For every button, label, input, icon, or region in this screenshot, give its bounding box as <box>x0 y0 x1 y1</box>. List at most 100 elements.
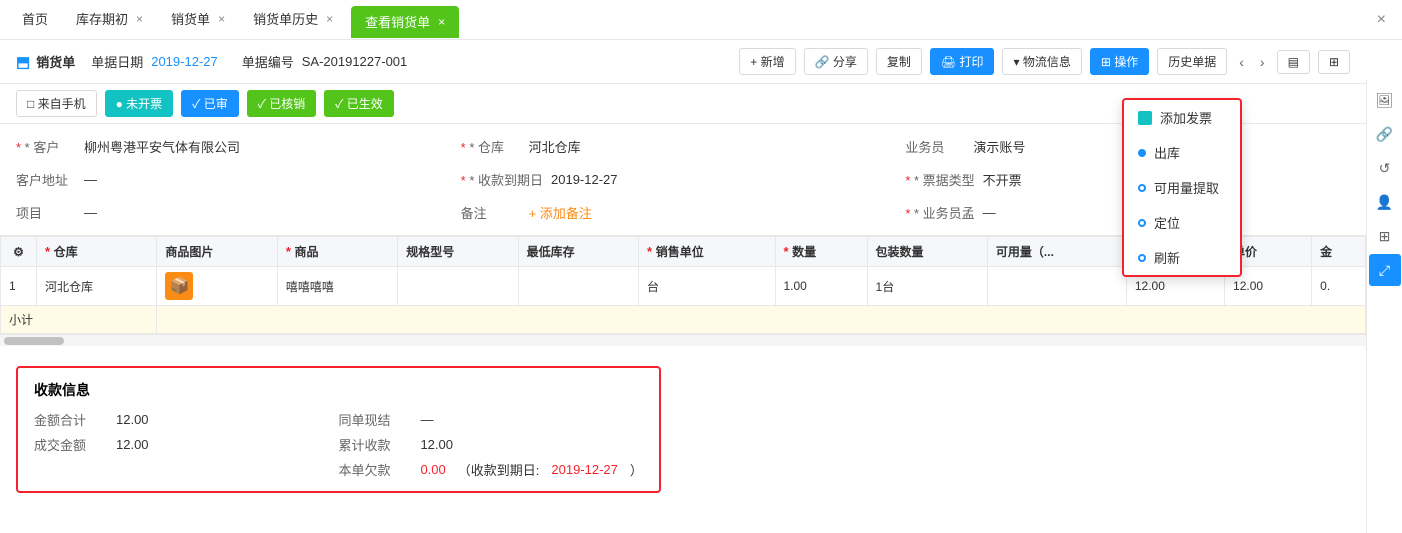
doc-date: 单据日期 2019-12-27 <box>91 52 218 71</box>
add-invoice-item[interactable]: 添加发票 <box>1124 100 1240 135</box>
history-button[interactable]: 历史单据 <box>1157 48 1227 75</box>
next-arrow[interactable]: › <box>1256 52 1269 72</box>
note-label: 备注 <box>461 203 521 222</box>
payment-total-value: 12.00 <box>116 412 149 427</box>
row-no: 1 <box>1 267 37 306</box>
new-button[interactable]: + 新增 <box>739 48 795 75</box>
tab-check-sales[interactable]: 查看销货单 × <box>351 6 459 38</box>
share-button[interactable]: 🔗 分享 <box>804 48 868 75</box>
right-sidebar: 🖼 🔗 ↺ 👤 ⊞ ⤢ <box>1366 80 1402 533</box>
view1-button[interactable]: ▤ <box>1277 50 1310 74</box>
subtotal-label: 小计 <box>1 306 157 334</box>
address-value: — <box>84 172 97 187</box>
outbound-icon <box>1138 149 1146 157</box>
copy-button[interactable]: 复制 <box>876 48 922 75</box>
project-field: 项目 — <box>16 200 461 225</box>
payment-owe-label: 本单欠款 <box>338 460 408 479</box>
available-qty-item[interactable]: 可用量提取 <box>1124 170 1240 205</box>
note-field: 备注 + 添加备注 <box>461 200 906 225</box>
horizontal-scrollbar[interactable] <box>0 334 1366 346</box>
from-phone-btn[interactable]: □ 来自手机 <box>16 90 97 117</box>
not-open-btn[interactable]: ● 未开票 <box>105 90 174 117</box>
row-product: 嘻嘻嘻嘻 <box>277 267 397 306</box>
tab-sales-order-close[interactable]: × <box>218 12 225 26</box>
payment-owe-paren: ） <box>630 460 643 479</box>
already-effect-btn[interactable]: ✓ 已生效 <box>324 90 394 117</box>
rotate-icon[interactable]: ↺ <box>1369 152 1401 184</box>
check-btn[interactable]: ✓ 已审 <box>181 90 239 117</box>
add-note-button[interactable]: + 添加备注 <box>529 203 592 222</box>
user-icon[interactable]: 👤 <box>1369 186 1401 218</box>
doc-no: 单据编号 SA-20191227-001 <box>242 52 408 71</box>
row-unit: 台 <box>639 267 775 306</box>
tab-sales-history-close[interactable]: × <box>326 12 333 26</box>
ticket-type-value: 不开票 <box>983 170 1022 189</box>
subtotal-values <box>157 306 1366 334</box>
customer-value: 柳州粤港平安气体有限公司 <box>84 137 240 156</box>
tab-sales-history[interactable]: 销货单历史 × <box>239 0 347 40</box>
payment-cumulative-label: 累计收款 <box>338 435 408 454</box>
col-pack-qty: 包装数量 <box>867 237 987 267</box>
row-warehouse: 河北仓库 <box>37 267 157 306</box>
print-button[interactable]: 🖨 打印 <box>930 48 995 75</box>
payment-date-label: * 收款到期日 <box>461 170 543 189</box>
payment-deal-value: 12.00 <box>116 437 149 452</box>
refresh-item[interactable]: 刷新 <box>1124 240 1240 275</box>
payment-date-field: * 收款到期日 2019-12-27 <box>461 167 906 192</box>
prev-arrow[interactable]: ‹ <box>1235 52 1248 72</box>
doc-title: ⬒ 销货单 <box>16 52 75 71</box>
row-min-stock <box>518 267 638 306</box>
col-unit: 销售单位 <box>639 237 775 267</box>
tab-home[interactable]: 首页 <box>8 0 62 40</box>
payment-row-2: 成交金额 12.00 <box>34 435 338 454</box>
payment-owe-date: 2019-12-27 <box>551 462 618 477</box>
link-icon[interactable]: 🔗 <box>1369 118 1401 150</box>
staff2-label: * 业务员孟 <box>905 203 974 222</box>
customer-label: * 客户 <box>16 137 76 156</box>
expand-icon[interactable]: ⤢ <box>1369 254 1401 286</box>
already-sold-btn[interactable]: ✓ 已核销 <box>247 90 317 117</box>
col-qty: 数量 <box>775 237 867 267</box>
logistics-button[interactable]: ▾ 物流信息 <box>1002 48 1081 75</box>
payment-section-wrapper: 收款信息 金额合计 12.00 同单现结 — 成交金额 12.00 <box>0 346 1366 505</box>
available-qty-icon <box>1138 184 1146 192</box>
col-available: 可用量（... <box>987 237 1126 267</box>
operate-button[interactable]: ⊞ 操作 <box>1090 48 1149 75</box>
img-icon[interactable]: 🖼 <box>1369 84 1401 116</box>
address-field: 客户地址 — <box>16 167 461 192</box>
add-invoice-icon <box>1138 111 1152 125</box>
doc-icon: ⬒ <box>16 53 30 71</box>
warehouse-value: 河北仓库 <box>529 137 581 156</box>
locate-item[interactable]: 定位 <box>1124 205 1240 240</box>
payment-cumulative-value: 12.00 <box>420 437 453 452</box>
tab-inventory-init-close[interactable]: × <box>136 12 143 26</box>
col-spec: 规格型号 <box>398 237 518 267</box>
col-product: 商品 <box>277 237 397 267</box>
operate-dropdown: 添加发票 出库 可用量提取 定位 刷新 <box>1122 98 1242 277</box>
payment-date-value: 2019-12-27 <box>551 172 618 187</box>
customer-field: * 客户 柳州粤港平安气体有限公司 <box>16 134 461 159</box>
payment-total-label: 金额合计 <box>34 410 104 429</box>
tab-bar: 首页 库存期初 × 销货单 × 销货单历史 × 查看销货单 × × <box>0 0 1402 40</box>
col-product-img: 商品图片 <box>157 237 277 267</box>
doc-title-text: 销货单 <box>36 52 75 71</box>
outbound-item[interactable]: 出库 <box>1124 135 1240 170</box>
tab-sales-order[interactable]: 销货单 × <box>157 0 239 40</box>
row-spec <box>398 267 518 306</box>
tab-inventory-init[interactable]: 库存期初 × <box>62 0 157 40</box>
payment-deal-label: 成交金额 <box>34 435 104 454</box>
payment-section: 收款信息 金额合计 12.00 同单现结 — 成交金额 12.00 <box>16 366 661 493</box>
doc-header: ⬒ 销货单 单据日期 2019-12-27 单据编号 SA-20191227-0… <box>0 40 1366 84</box>
subtotal-row: 小计 <box>1 306 1366 334</box>
col-warehouse: 仓库 <box>37 237 157 267</box>
row-qty: 1.00 <box>775 267 867 306</box>
window-close-button[interactable]: × <box>1369 11 1394 29</box>
col-gear[interactable]: ⚙ <box>1 237 37 267</box>
doc-no-value: SA-20191227-001 <box>302 54 408 69</box>
view2-button[interactable]: ⊞ <box>1318 50 1350 74</box>
payment-grid: 金额合计 12.00 同单现结 — 成交金额 12.00 累计收款 <box>34 410 643 479</box>
staff2-value: — <box>983 205 996 220</box>
tab-check-sales-close[interactable]: × <box>438 15 445 29</box>
table-icon[interactable]: ⊞ <box>1369 220 1401 252</box>
payment-row-3-col2: 本单欠款 0.00 （收款到期日: 2019-12-27 ） <box>338 460 642 479</box>
